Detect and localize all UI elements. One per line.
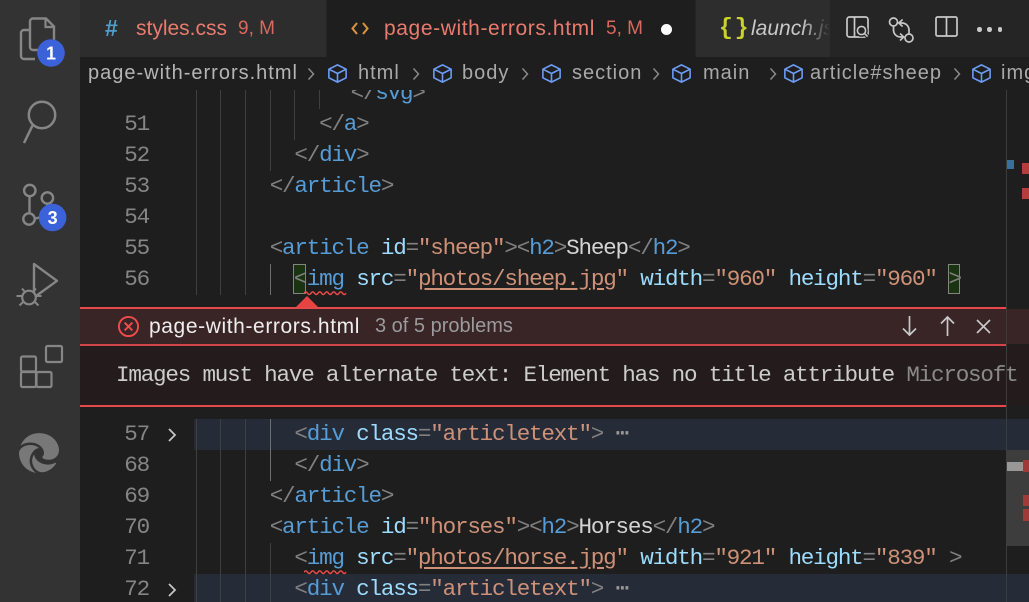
svg-text:3: 3 [48,208,58,228]
svg-text:1: 1 [46,44,56,64]
